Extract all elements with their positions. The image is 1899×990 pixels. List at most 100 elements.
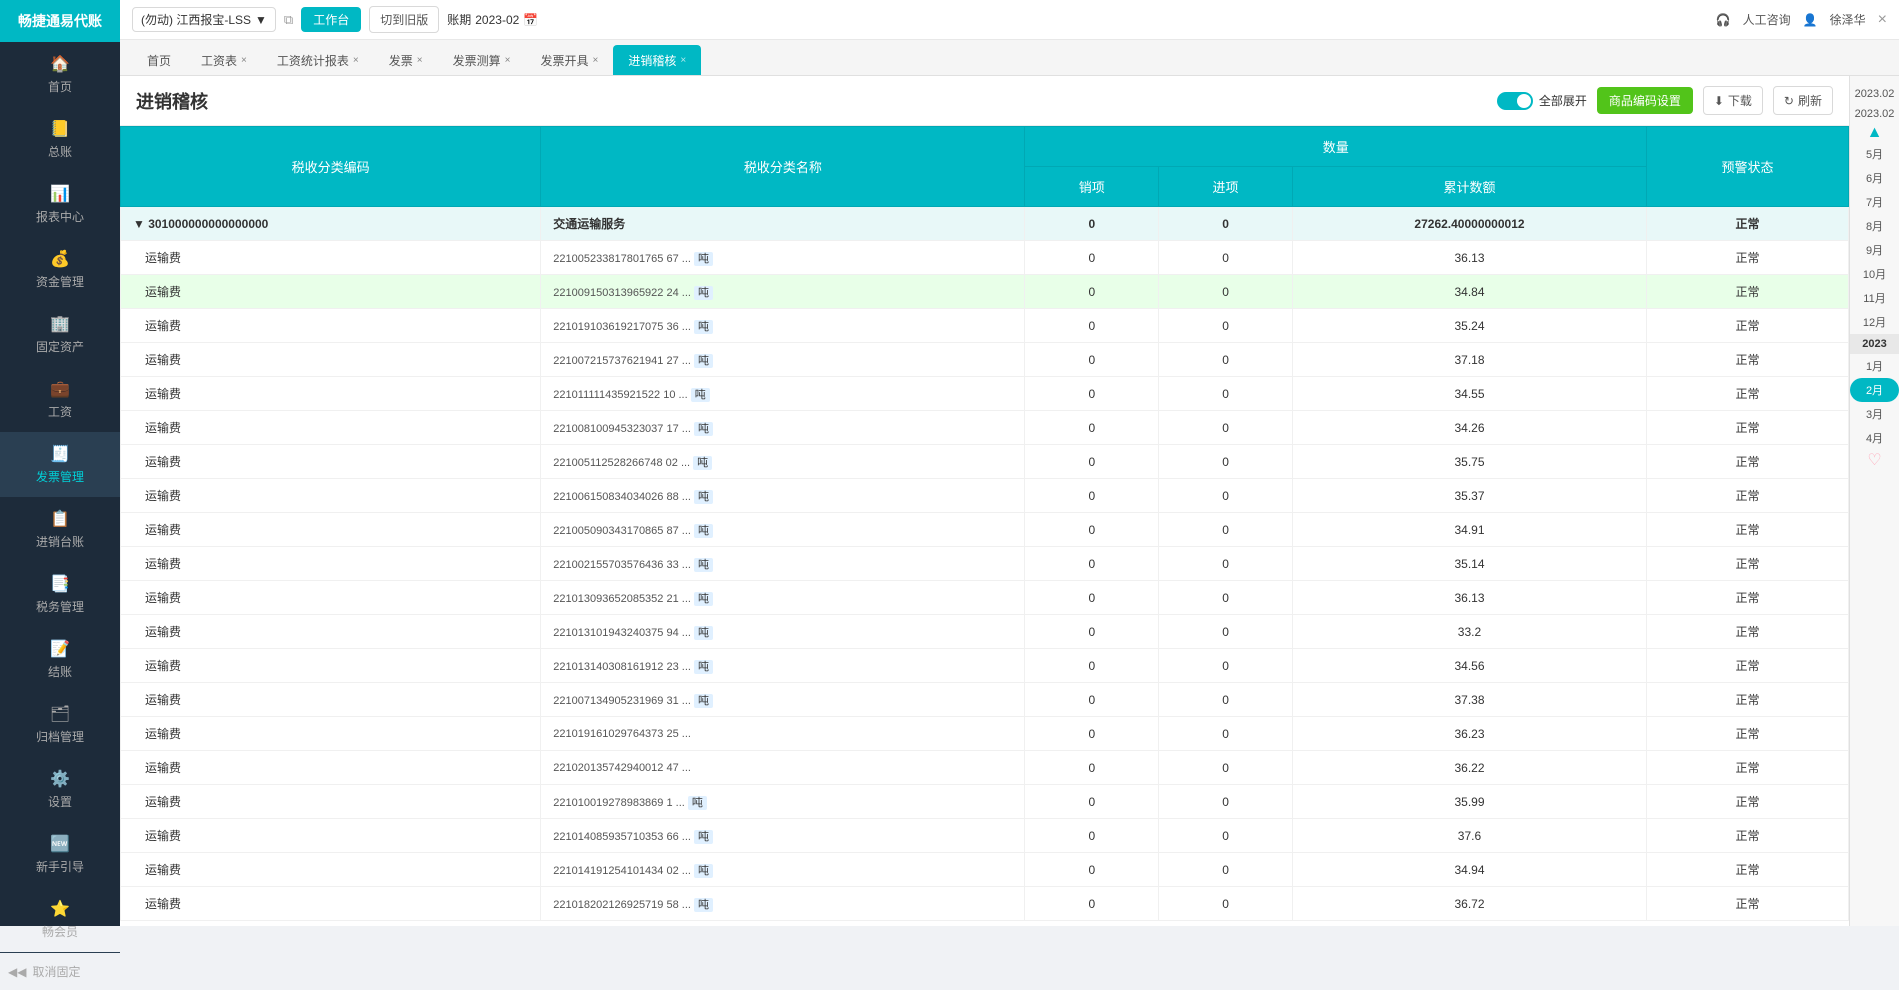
tab-close-icon[interactable]: ×	[241, 55, 247, 66]
panel-month-11[interactable]: 11月	[1850, 286, 1899, 310]
user-label[interactable]: 徐泽华	[1830, 11, 1866, 28]
sidebar-item-label: 首页	[48, 78, 72, 95]
refresh-button[interactable]: ↻ 刷新	[1773, 86, 1833, 115]
sidebar-item-sales[interactable]: 📋 进销台账	[0, 497, 120, 562]
table-cell-cumulative: 36.22	[1292, 751, 1646, 785]
table-cell-code2: 221005090343170865 87 ... 吨	[541, 513, 1025, 547]
table-row[interactable]: 运输费 221005090343170865 87 ... 吨 0 0 34.9…	[121, 513, 1849, 547]
tab-invoice-calc[interactable]: 发票测算 ×	[438, 45, 526, 75]
sidebar-item-label: 税务管理	[36, 598, 84, 615]
panel-month-4[interactable]: 4月	[1850, 426, 1899, 450]
tab-salary-report[interactable]: 工资统计报表 ×	[262, 45, 374, 75]
tab-close-icon[interactable]: ×	[592, 55, 598, 66]
switch-version-button[interactable]: 切到旧版	[369, 6, 439, 33]
settings-icon: ⚙️	[50, 769, 70, 789]
panel-month-3[interactable]: 3月	[1850, 402, 1899, 426]
tab-salary[interactable]: 工资表 ×	[186, 45, 262, 75]
period-value: 2023-02	[475, 13, 519, 27]
tab-invoice[interactable]: 发票 ×	[374, 45, 438, 75]
table-row[interactable]: ▼ 301000000000000000 交通运输服务 0 0 27262.40…	[121, 207, 1849, 241]
panel-month-9[interactable]: 9月	[1850, 238, 1899, 262]
panel-month-8[interactable]: 8月	[1850, 214, 1899, 238]
product-code-settings-button[interactable]: 商品编码设置	[1597, 87, 1693, 114]
tab-invoice-open[interactable]: 发票开具 ×	[525, 45, 613, 75]
panel-date-2[interactable]: 2023.02	[1850, 104, 1899, 124]
unpin-button[interactable]: ◀◀ 取消固定	[0, 952, 120, 990]
table-row[interactable]: 运输费 221013093652085352 21 ... 吨 0 0 36.1…	[121, 581, 1849, 615]
panel-month-7[interactable]: 7月	[1850, 190, 1899, 214]
calendar-icon[interactable]: 📅	[523, 13, 538, 27]
copy-icon[interactable]: ⧉	[284, 12, 293, 28]
unpin-label: 取消固定	[32, 963, 80, 980]
table-row[interactable]: 运输费 221006150834034026 88 ... 吨 0 0 35.3…	[121, 479, 1849, 513]
sidebar-item-settings[interactable]: ⚙️ 设置	[0, 757, 120, 822]
table-row[interactable]: 运输费 221013140308161912 23 ... 吨 0 0 34.5…	[121, 649, 1849, 683]
tab-close-icon[interactable]: ×	[505, 55, 511, 66]
sidebar-item-capital[interactable]: 💰 资金管理	[0, 237, 120, 302]
table-cell-cumulative: 36.72	[1292, 887, 1646, 921]
table-row[interactable]: 运输费 221005233817801765 67 ... 吨 0 0 36.1…	[121, 241, 1849, 275]
download-button[interactable]: ⬇ 下载	[1703, 86, 1763, 115]
tab-home[interactable]: 首页	[132, 45, 186, 75]
table-row[interactable]: 运输费 221018202126925719 58 ... 吨 0 0 36.7…	[121, 887, 1849, 921]
topbar: (勿动) 江西报宝-LSS ▼ ⧉ 工作台 切到旧版 账期 2023-02 📅 …	[120, 0, 1899, 40]
tab-close-icon[interactable]: ×	[680, 55, 686, 66]
table-cell-name: 运输费	[121, 411, 541, 445]
table-row[interactable]: 运输费 221014085935710353 66 ... 吨 0 0 37.6…	[121, 819, 1849, 853]
table-row[interactable]: 运输费 221002155703576436 33 ... 吨 0 0 35.1…	[121, 547, 1849, 581]
panel-month-1[interactable]: 1月	[1850, 354, 1899, 378]
sidebar-item-invoice[interactable]: 🧾 发票管理	[0, 432, 120, 497]
table-cell-sales: 0	[1025, 479, 1159, 513]
panel-month-current[interactable]: 2月	[1850, 378, 1899, 402]
sidebar-item-salary[interactable]: 💼 工资	[0, 367, 120, 432]
sidebar-item-settlement[interactable]: 📝 结账	[0, 627, 120, 692]
table-row[interactable]: 运输费 221014191254101434 02 ... 吨 0 0 34.9…	[121, 853, 1849, 887]
table-cell-cumulative: 36.13	[1292, 581, 1646, 615]
table-cell-cumulative: 35.75	[1292, 445, 1646, 479]
tab-close-icon[interactable]: ×	[417, 55, 423, 66]
company-selector[interactable]: (勿动) 江西报宝-LSS ▼	[132, 7, 276, 32]
table-row[interactable]: 运输费 221019103619217075 36 ... 吨 0 0 35.2…	[121, 309, 1849, 343]
sidebar-item-archive[interactable]: 🗂 归档管理	[0, 692, 120, 757]
period-label: 账期	[447, 11, 471, 28]
panel-month-5[interactable]: 5月	[1850, 142, 1899, 166]
table-cell-purchase: 0	[1159, 683, 1293, 717]
table-cell-purchase: 0	[1159, 887, 1293, 921]
sidebar-item-guide[interactable]: 🆕 新手引导	[0, 822, 120, 887]
table-row[interactable]: 运输费 221009150313965922 24 ... 吨 0 0 34.8…	[121, 275, 1849, 309]
tab-purchase-sales[interactable]: 进销稽核 ×	[613, 45, 701, 75]
table-row[interactable]: 运输费 221005112528266748 02 ... 吨 0 0 35.7…	[121, 445, 1849, 479]
sidebar-item-reports[interactable]: 📊 报表中心	[0, 172, 120, 237]
table-row[interactable]: 运输费 221011111435921522 10 ... 吨 0 0 34.5…	[121, 377, 1849, 411]
tab-close-icon[interactable]: ×	[353, 55, 359, 66]
table-row[interactable]: 运输费 221020135742940012 47 ... 0 0 36.22 …	[121, 751, 1849, 785]
table-cell-name: 交通运输服务	[541, 207, 1025, 241]
sidebar-item-member[interactable]: ⭐ 畅会员	[0, 887, 120, 952]
panel-month-10[interactable]: 10月	[1850, 262, 1899, 286]
right-calendar-panel: 2023.02 2023.02 ▲ 5月 6月 7月 8月 9月 10月 11月…	[1849, 76, 1899, 926]
table-cell-purchase: 0	[1159, 751, 1293, 785]
table-row[interactable]: 运输费 221013101943240375 94 ... 吨 0 0 33.2…	[121, 615, 1849, 649]
table-cell-code2: 221013093652085352 21 ... 吨	[541, 581, 1025, 615]
table-cell-status: 正常	[1647, 853, 1849, 887]
sidebar-item-assets[interactable]: 🏢 固定资产	[0, 302, 120, 367]
tab-label: 发票测算	[453, 52, 501, 69]
close-icon[interactable]: ×	[1878, 11, 1887, 29]
table-row[interactable]: 运输费 221010019278983869 1 ... 吨 0 0 35.99…	[121, 785, 1849, 819]
sidebar-item-tax[interactable]: 📑 税务管理	[0, 562, 120, 627]
panel-date-1[interactable]: 2023.02	[1850, 84, 1899, 104]
table-cell-purchase: 0	[1159, 377, 1293, 411]
sidebar-item-home[interactable]: 🏠 首页	[0, 42, 120, 107]
toggle-switch[interactable]	[1497, 92, 1533, 110]
expand-toggle[interactable]: 全部展开	[1497, 92, 1587, 110]
panel-month-6[interactable]: 6月	[1850, 166, 1899, 190]
panel-month-12[interactable]: 12月	[1850, 310, 1899, 334]
table-row[interactable]: 运输费 221007215737621941 27 ... 吨 0 0 37.1…	[121, 343, 1849, 377]
workspace-button[interactable]: 工作台	[301, 7, 361, 32]
table-row[interactable]: 运输费 221008100945323037 17 ... 吨 0 0 34.2…	[121, 411, 1849, 445]
table-row[interactable]: 运输费 221019161029764373 25 ... 0 0 36.23 …	[121, 717, 1849, 751]
support-label[interactable]: 人工咨询	[1743, 11, 1791, 28]
table-row[interactable]: 运输费 221007134905231969 31 ... 吨 0 0 37.3…	[121, 683, 1849, 717]
sidebar-item-ledger[interactable]: 📒 总账	[0, 107, 120, 172]
panel-up-arrow[interactable]: ▲	[1867, 124, 1883, 142]
